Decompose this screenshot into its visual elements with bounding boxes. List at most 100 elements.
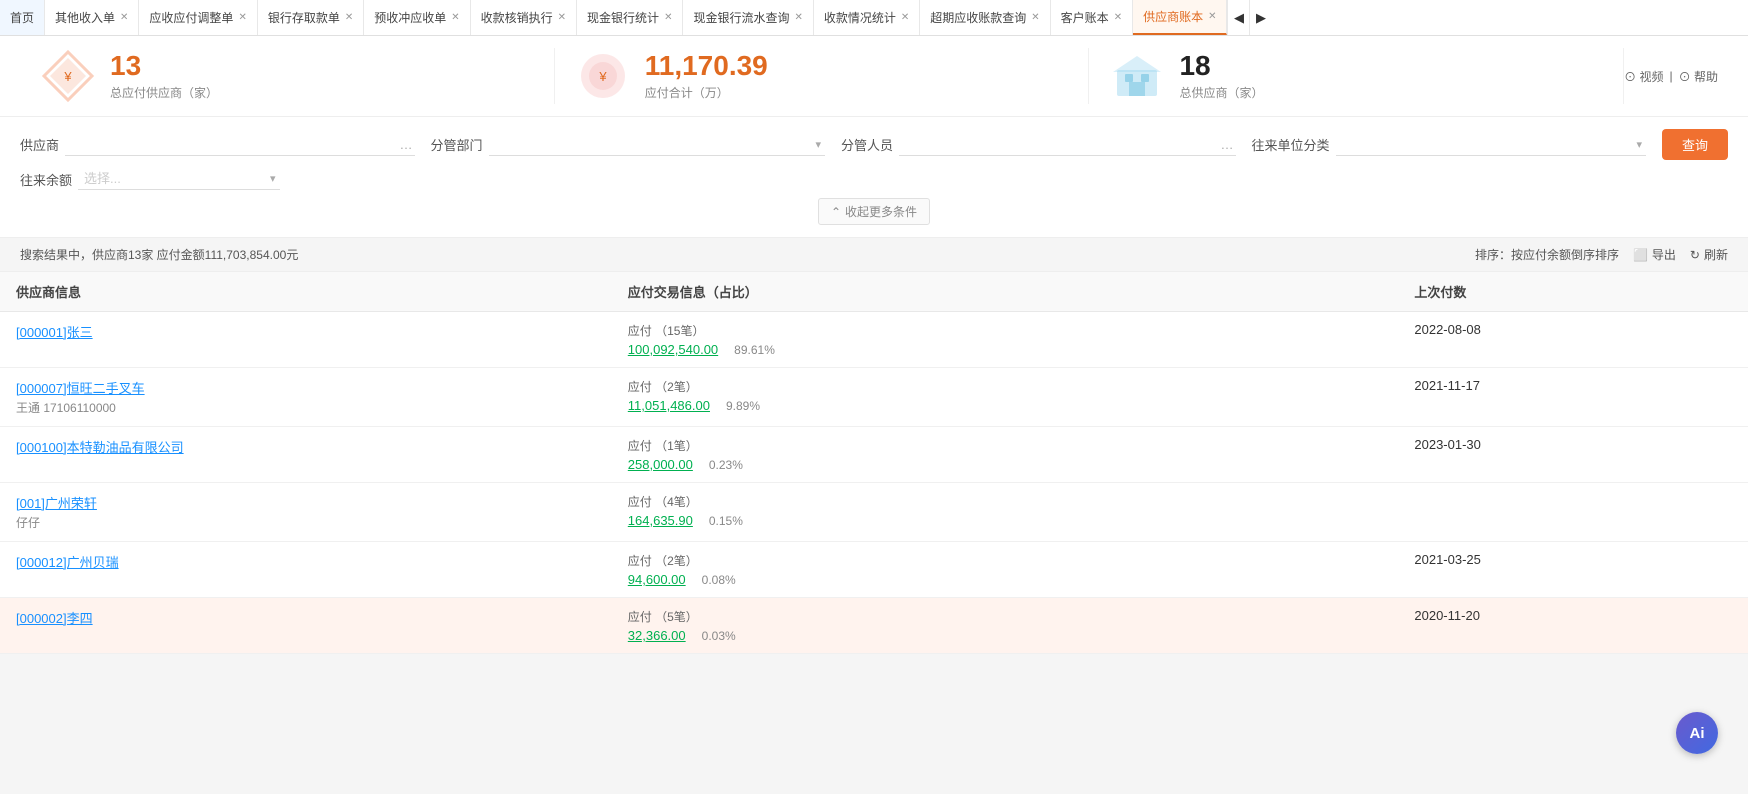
tx-info-cell: 应付 （2笔）94,600.000.08%	[612, 542, 1399, 598]
balance-chevron-down-icon[interactable]: ▾	[266, 172, 280, 185]
tx-type-label: 应付 （2笔）	[628, 378, 1383, 395]
tx-percent: 9.89%	[726, 399, 760, 413]
filter-row-2: 往来余额 ▾	[20, 168, 1728, 190]
stat-number: 11,170.39	[645, 51, 768, 82]
data-table-wrap: 供应商信息 应付交易信息（占比） 上次付数 [000001]张三应付 （15笔）…	[0, 272, 1748, 654]
supplier-link[interactable]: [000001]张三	[16, 325, 93, 340]
export-button[interactable]: ⬜ 导出	[1633, 246, 1676, 263]
person-input-wrap: …	[899, 134, 1235, 156]
nav-label: 收款核销执行	[481, 9, 553, 26]
ai-badge[interactable]: Ai	[1676, 712, 1718, 754]
nav-label: 现金银行流水查询	[693, 9, 789, 26]
nav-prev-button[interactable]: ◀	[1227, 0, 1249, 36]
close-icon[interactable]: ✕	[345, 12, 353, 23]
nav-next-button[interactable]: ▶	[1249, 0, 1271, 36]
nav-item-receipt-stat[interactable]: 收款情况统计 ✕	[814, 0, 920, 35]
collapse-button[interactable]: ⌃ 收起更多条件	[818, 198, 930, 225]
tx-amount[interactable]: 164,635.90	[628, 513, 693, 528]
result-summary: 搜索结果中，供应商13家 应付金额111,703,854.00元	[20, 246, 298, 263]
supplier-input-wrap: …	[65, 134, 414, 156]
dept-input-wrap: ▾	[489, 134, 825, 156]
result-actions: 排序：按应付余额倒序排序 ⬜ 导出 ↻ 刷新	[1475, 246, 1728, 263]
supplier-info-cell: [000007]恒旺二手叉车王通 17106110000	[0, 368, 612, 427]
help-link[interactable]: ⊙ 帮助	[1679, 68, 1718, 85]
tx-amount[interactable]: 100,092,540.00	[628, 342, 718, 357]
close-icon[interactable]: ✕	[558, 12, 566, 23]
person-label: 分管人员	[841, 135, 893, 154]
tx-type-label: 应付 （2笔）	[628, 552, 1383, 569]
tx-info-cell: 应付 （5笔）32,366.000.03%	[612, 598, 1399, 654]
tx-amount[interactable]: 94,600.00	[628, 572, 686, 587]
nav-item-bank-deposit[interactable]: 银行存取款单 ✕	[258, 0, 364, 35]
tx-percent: 0.15%	[709, 514, 743, 528]
supplier-link[interactable]: [000007]恒旺二手叉车	[16, 381, 145, 396]
supplier-link[interactable]: [000012]广州贝瑞	[16, 555, 119, 570]
close-icon[interactable]: ✕	[1208, 11, 1216, 22]
refresh-button[interactable]: ↻ 刷新	[1690, 246, 1728, 263]
refresh-icon: ↻	[1690, 248, 1700, 262]
nav-item-other-income[interactable]: 其他收入单 ✕	[45, 0, 139, 35]
close-icon[interactable]: ✕	[664, 12, 672, 23]
tx-amount[interactable]: 258,000.00	[628, 457, 693, 472]
supplier-link[interactable]: [000100]本特勒油品有限公司	[16, 440, 184, 455]
circle-icon: ¥	[575, 48, 631, 104]
tx-percent: 89.61%	[734, 343, 775, 357]
nav-item-cash-bank-query[interactable]: 现金银行流水查询 ✕	[683, 0, 813, 35]
close-icon[interactable]: ✕	[238, 12, 246, 23]
supplier-info-cell: [000001]张三	[0, 312, 612, 368]
video-link[interactable]: ⊙ 视频	[1624, 68, 1663, 85]
nav-label: 预收冲应收单	[374, 9, 446, 26]
tx-amount[interactable]: 32,366.00	[628, 628, 686, 643]
supplier-info-cell: [000100]本特勒油品有限公司	[0, 427, 612, 483]
close-icon[interactable]: ✕	[451, 12, 459, 23]
balance-label: 往来余额	[20, 170, 72, 189]
supplier-ellipsis-button[interactable]: …	[398, 137, 415, 152]
person-ellipsis-button[interactable]: …	[1219, 137, 1236, 152]
tx-type-label: 应付 （4笔）	[628, 493, 1383, 510]
nav-label: 应收应付调整单	[149, 9, 233, 26]
category-input[interactable]	[1336, 134, 1633, 155]
nav-item-home[interactable]: 首页	[0, 0, 45, 35]
dept-input[interactable]	[489, 134, 812, 155]
nav-item-cash-bank-stat[interactable]: 现金银行统计 ✕	[577, 0, 683, 35]
nav-item-overdue-query[interactable]: 超期应收账款查询 ✕	[920, 0, 1050, 35]
filter-balance: 往来余额 ▾	[20, 168, 240, 190]
supplier-info-cell: [000002]李四	[0, 598, 612, 654]
close-icon[interactable]: ✕	[120, 12, 128, 23]
nav-item-customer-ledger[interactable]: 客户账本 ✕	[1051, 0, 1133, 35]
nav-item-receipt-verify[interactable]: 收款核销执行 ✕	[471, 0, 577, 35]
table-header: 供应商信息 应付交易信息（占比） 上次付数	[0, 272, 1748, 312]
filter-row-1: 供应商 … 分管部门 ▾ 分管人员 … 往来单位分类	[20, 129, 1728, 160]
person-input[interactable]	[899, 134, 1218, 155]
nav-label: 供应商账本	[1143, 8, 1203, 25]
nav-item-supplier-ledger[interactable]: 供应商账本 ✕	[1133, 0, 1227, 35]
nav-label: 其他收入单	[55, 9, 115, 26]
last-pay-cell	[1398, 483, 1748, 542]
search-button[interactable]: 查询	[1662, 129, 1728, 160]
diamond-icon: ¥	[40, 48, 96, 104]
category-chevron-down-icon[interactable]: ▾	[1632, 138, 1646, 151]
close-icon[interactable]: ✕	[1114, 12, 1122, 23]
table-row: [000001]张三应付 （15笔）100,092,540.0089.61%20…	[0, 312, 1748, 368]
close-icon[interactable]: ✕	[794, 12, 802, 23]
supplier-link[interactable]: [000002]李四	[16, 611, 93, 626]
sort-label[interactable]: 排序：按应付余额倒序排序	[1475, 246, 1619, 263]
separator: |	[1670, 69, 1673, 83]
close-icon[interactable]: ✕	[1031, 12, 1039, 23]
tx-percent: 0.23%	[709, 458, 743, 472]
balance-input[interactable]	[78, 168, 266, 189]
table-row: [000012]广州贝瑞应付 （2笔）94,600.000.08%2021-03…	[0, 542, 1748, 598]
nav-item-pre-receive[interactable]: 预收冲应收单 ✕	[364, 0, 470, 35]
nav-label: 银行存取款单	[268, 9, 340, 26]
supplier-input[interactable]	[65, 134, 397, 155]
close-icon[interactable]: ✕	[901, 12, 909, 23]
nav-label: 客户账本	[1061, 9, 1109, 26]
tx-info-cell: 应付 （2笔） 11,051,486.00 9.89%	[612, 368, 1399, 427]
dept-chevron-down-icon[interactable]: ▾	[811, 138, 825, 151]
last-pay-cell: 2022-08-08	[1398, 312, 1748, 368]
nav-item-ar-ap-adjust[interactable]: 应收应付调整单 ✕	[139, 0, 257, 35]
supplier-link[interactable]: [001]广州荣轩	[16, 496, 97, 511]
stat-label: 总应付供应商（家）	[110, 84, 218, 101]
chevron-up-icon: ⌃	[831, 205, 841, 219]
tx-amount[interactable]: 11,051,486.00	[628, 398, 710, 413]
